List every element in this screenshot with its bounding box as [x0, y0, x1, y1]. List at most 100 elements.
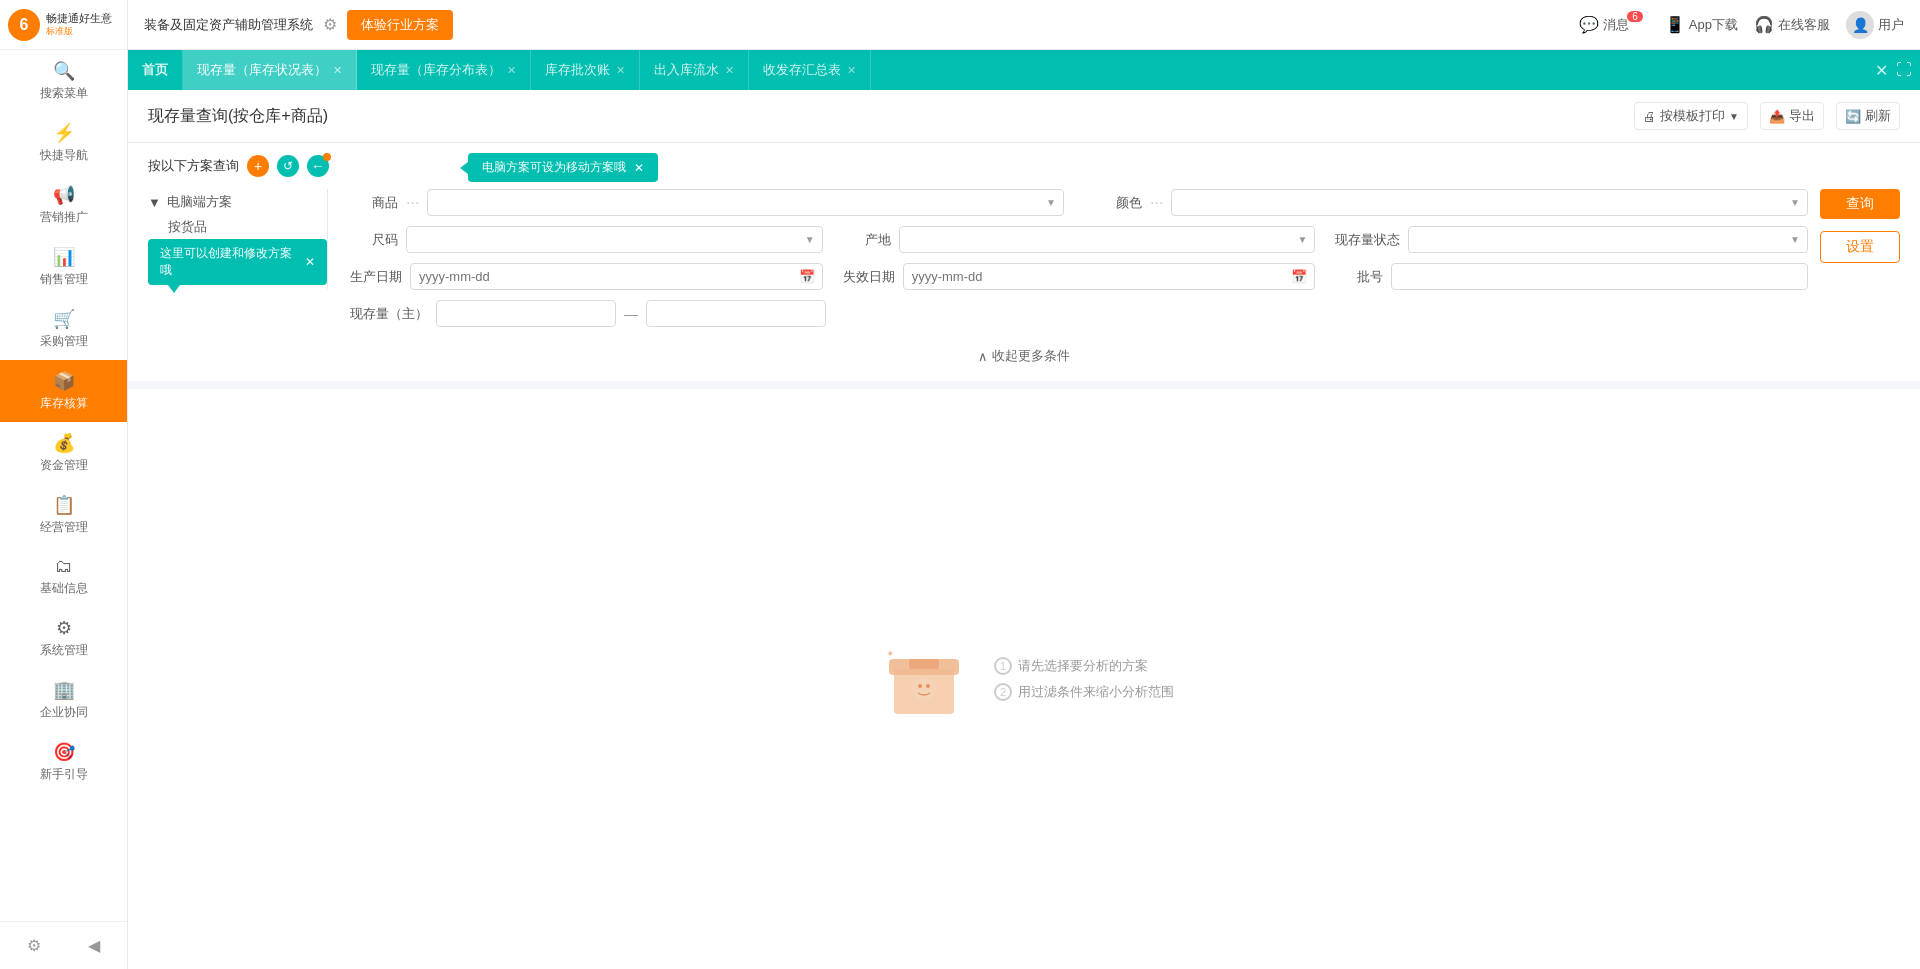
filter-field-inventory-status: 现存量状态 ▼ — [1335, 226, 1808, 253]
sidebar-item-sales[interactable]: 📊 销售管理 — [0, 236, 127, 298]
template-print-btn[interactable]: 🖨 按模板打印 ▼ — [1634, 102, 1748, 130]
page: 现存量查询(按仓库+商品) 🖨 按模板打印 ▼ 📤 导出 🔄 刷新 — [128, 90, 1920, 969]
scheme-tooltip: 电脑方案可设为移动方案哦 ✕ — [468, 153, 658, 182]
sidebar-item-purchase[interactable]: 🛒 采购管理 — [0, 298, 127, 360]
svg-text:✦: ✦ — [886, 648, 894, 659]
production-date-label: 生产日期 — [350, 268, 402, 286]
scheme-tooltip-close[interactable]: ✕ — [634, 161, 644, 175]
tab-inventory-status[interactable]: 现存量（库存状况表） ✕ — [183, 50, 357, 90]
sidebar-item-inventory[interactable]: 📦 库存核算 — [0, 360, 127, 422]
filter-field-product: 商品 ··· ▼ — [350, 189, 1064, 216]
filter-field-size: 尺码 ▼ — [350, 226, 823, 253]
edit-tooltip-close[interactable]: ✕ — [305, 255, 315, 269]
topbar-left: 装备及固定资产辅助管理系统 ⚙ 体验行业方案 — [144, 10, 453, 40]
size-label: 尺码 — [350, 231, 398, 249]
sidebar-item-search[interactable]: 🔍 搜索菜单 — [0, 50, 127, 112]
cycle-scheme-btn[interactable]: ↺ — [277, 155, 299, 177]
tabs-expand-icon[interactable]: ⛶ — [1896, 61, 1912, 79]
arrow-scheme-btn[interactable]: ← — [307, 155, 329, 177]
settings-bottom-icon[interactable]: ⚙ — [23, 932, 45, 959]
page-header-right: 🖨 按模板打印 ▼ 📤 导出 🔄 刷新 — [1634, 102, 1900, 142]
query-btn[interactable]: 查询 — [1820, 189, 1900, 219]
tab-close-in-out-flow[interactable]: ✕ — [725, 64, 734, 77]
printer-icon: 🖨 — [1643, 109, 1656, 124]
tab-inventory-dist[interactable]: 现存量（库存分布表） ✕ — [357, 50, 531, 90]
user-item[interactable]: 👤 用户 — [1846, 11, 1904, 39]
basic-icon: 🗂 — [55, 556, 73, 577]
tab-home[interactable]: 首页 — [128, 50, 183, 90]
notification-item[interactable]: 💬 消息 6 — [1579, 15, 1649, 34]
tab-close-batch-account[interactable]: ✕ — [616, 64, 625, 77]
expiry-date-calendar-icon[interactable]: 📅 — [1291, 269, 1307, 284]
color-dots[interactable]: ··· — [1150, 194, 1163, 212]
sidebar-item-basic[interactable]: 🗂 基础信息 — [0, 546, 127, 607]
filter-fields: 商品 ··· ▼ 颜色 ··· — [350, 189, 1808, 335]
logo-text: 畅捷通好生意 标准版 — [46, 11, 112, 38]
phone-icon: 📱 — [1665, 15, 1685, 34]
origin-select-wrap: ▼ — [899, 226, 1316, 253]
tab-batch-account[interactable]: 库存批次账 ✕ — [531, 50, 640, 90]
tab-close-inventory-status[interactable]: ✕ — [333, 64, 342, 77]
tab-close-inventory-dist[interactable]: ✕ — [507, 64, 516, 77]
sidebar-item-marketing[interactable]: 📢 营销推广 — [0, 174, 127, 236]
settings-btn[interactable]: 设置 — [1820, 231, 1900, 263]
sidebar-item-guide[interactable]: 🎯 新手引导 — [0, 731, 127, 793]
empty-illustration: ✦ ✦ — [874, 629, 974, 729]
sidebar-item-enterprise[interactable]: 🏢 企业协同 — [0, 669, 127, 731]
production-date-calendar-icon[interactable]: 📅 — [799, 269, 815, 284]
sidebar-item-system[interactable]: ⚙ 系统管理 — [0, 607, 127, 669]
sidebar-item-finance[interactable]: 💰 资金管理 — [0, 422, 127, 484]
origin-select[interactable] — [899, 226, 1316, 253]
refresh-btn[interactable]: 🔄 刷新 — [1836, 102, 1900, 130]
batch-no-input[interactable] — [1391, 263, 1808, 290]
topbar-gear-icon[interactable]: ⚙ — [323, 15, 337, 34]
sidebar-item-quick-nav[interactable]: ⚡ 快捷导航 — [0, 112, 127, 174]
headset-icon: 🎧 — [1754, 15, 1774, 34]
collapse-sidebar-icon[interactable]: ◀ — [84, 932, 104, 959]
tab-collect-summary[interactable]: 收发存汇总表 ✕ — [749, 50, 871, 90]
tabs-close-all-icon[interactable]: ✕ — [1875, 61, 1888, 80]
app-download-item[interactable]: 📱 App下载 — [1665, 15, 1738, 34]
empty-svg: ✦ ✦ — [874, 629, 974, 729]
filter-row1: 商品 ··· ▼ 颜色 ··· — [350, 189, 1808, 216]
inventory-qty-to[interactable] — [646, 300, 826, 327]
experience-btn[interactable]: 体验行业方案 — [347, 10, 453, 40]
size-select[interactable] — [406, 226, 823, 253]
guide-icon: 🎯 — [53, 741, 75, 763]
export-btn[interactable]: 📤 导出 — [1760, 102, 1824, 130]
inventory-status-select-wrap: ▼ — [1408, 226, 1808, 253]
color-label: 颜色 — [1094, 194, 1142, 212]
svg-point-5 — [926, 684, 930, 688]
inventory-qty-from[interactable] — [436, 300, 616, 327]
empty-step2: 2 用过滤条件来缩小分析范围 — [994, 679, 1174, 705]
scheme-pc-item[interactable]: ▼ 电脑端方案 — [148, 189, 317, 215]
tooltip-arrow — [168, 285, 180, 293]
collapse-btn[interactable]: ∧ 收起更多条件 — [978, 347, 1070, 365]
search-icon: 🔍 — [53, 60, 75, 82]
empty-step1: 1 请先选择要分析的方案 — [994, 653, 1174, 679]
tab-in-out-flow[interactable]: 出入库流水 ✕ — [640, 50, 749, 90]
marketing-icon: 📢 — [53, 184, 75, 206]
online-support-item[interactable]: 🎧 在线客服 — [1754, 15, 1830, 34]
expiry-date-input[interactable] — [903, 263, 1316, 290]
step1-circle: 1 — [994, 657, 1012, 675]
sidebar-bottom: ⚙ ◀ — [0, 921, 127, 969]
edit-tooltip-container: 这里可以创建和修改方案哦 ✕ — [148, 239, 327, 285]
add-scheme-btn[interactable]: + — [247, 155, 269, 177]
product-dots[interactable]: ··· — [406, 194, 419, 212]
production-date-input[interactable] — [410, 263, 823, 290]
step2-circle: 2 — [994, 683, 1012, 701]
sidebar-item-operation[interactable]: 📋 经营管理 — [0, 484, 127, 546]
system-icon: ⚙ — [56, 617, 72, 639]
tabs-right-controls: ✕ ⛶ — [1875, 61, 1920, 80]
logo-icon: 6 — [8, 9, 40, 41]
product-select[interactable] — [427, 189, 1064, 216]
inventory-icon: 📦 — [53, 370, 75, 392]
filter-row2: 尺码 ▼ 产地 ▼ — [350, 226, 1808, 253]
inventory-status-select[interactable] — [1408, 226, 1808, 253]
scheme-pc-child1[interactable]: 按货品 — [148, 215, 317, 239]
filter-actions: ∧ 收起更多条件 — [148, 335, 1900, 369]
empty-state: ✦ ✦ 1 请先选择要分析的方案 2 用过滤条件来缩小分析范围 — [128, 389, 1920, 969]
color-select[interactable] — [1171, 189, 1808, 216]
tab-close-collect-summary[interactable]: ✕ — [847, 64, 856, 77]
